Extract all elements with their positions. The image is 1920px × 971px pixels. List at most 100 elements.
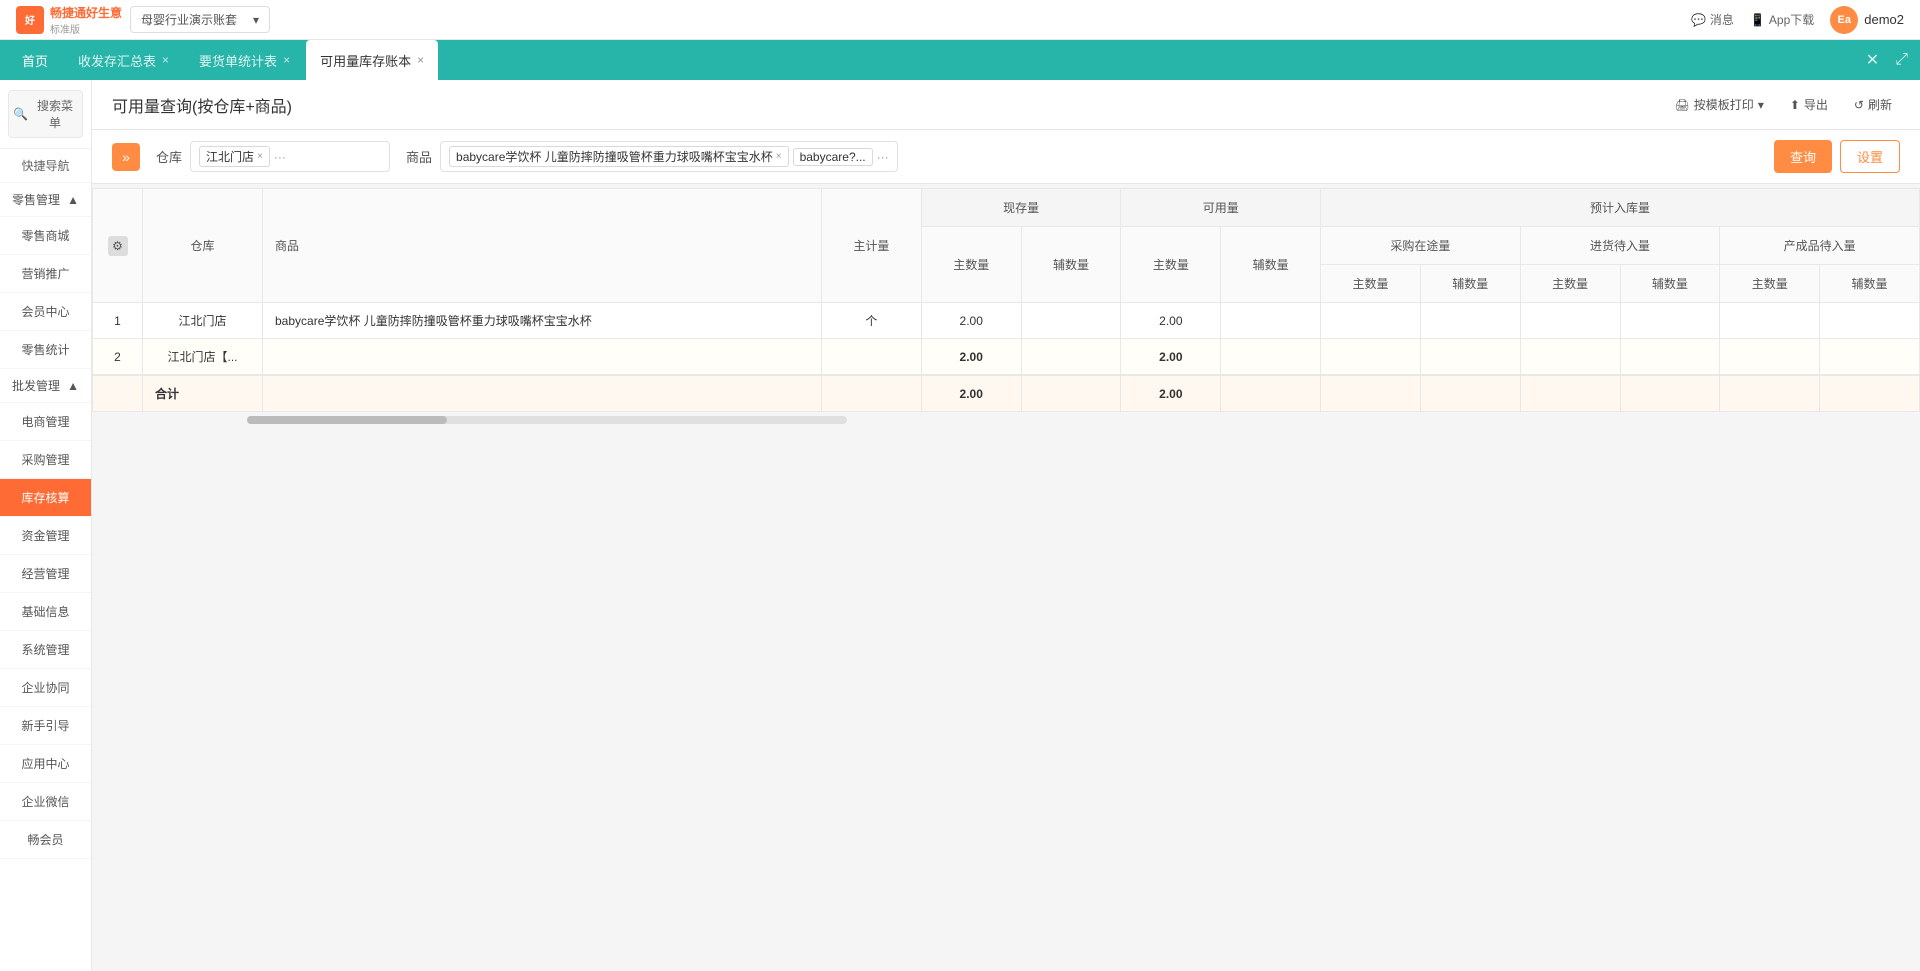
th-planned-inbound: 预计入库量 bbox=[1321, 189, 1920, 227]
product-input[interactable]: babycare学饮杯 儿童防摔防撞吸管杯重力球吸嘴杯宝宝水杯 × babyca… bbox=[440, 141, 898, 172]
cell-ca-2 bbox=[1021, 339, 1121, 376]
cell-no-2: 2 bbox=[93, 339, 143, 376]
template-print-button[interactable]: 🖨 按模板打印 ▾ bbox=[1667, 92, 1772, 117]
refresh-button[interactable]: ↺ 刷新 bbox=[1846, 92, 1900, 117]
sidebar-item-member[interactable]: 会员中心 bbox=[0, 293, 91, 331]
cell-ca-1 bbox=[1021, 303, 1121, 339]
tab-actions: ✕ ⤢ bbox=[1862, 40, 1912, 80]
product-tag-2: babycare?... bbox=[793, 148, 873, 166]
tab-receipts-close[interactable]: × bbox=[162, 53, 169, 67]
warehouse-input[interactable]: 江北门店 × ··· bbox=[190, 141, 390, 172]
data-table: ⚙ 仓库 商品 主计量 现存量 可用量 预计入库量 主数量 辅数量 主数量 辅数… bbox=[92, 188, 1920, 412]
tab-order-stats[interactable]: 要货单统计表 × bbox=[185, 40, 304, 80]
filter-expand-button[interactable]: » bbox=[112, 143, 140, 171]
chevron-icon: ▲ bbox=[67, 193, 79, 207]
sidebar-item-stats[interactable]: 零售统计 bbox=[0, 331, 91, 369]
tab-receipts[interactable]: 收发存汇总表 × bbox=[64, 40, 183, 80]
cell-cm-2: 2.00 bbox=[921, 339, 1021, 376]
th-product: 商品 bbox=[263, 189, 822, 303]
export-button[interactable]: ⬆ 导出 bbox=[1782, 92, 1836, 117]
sidebar-item-inventory[interactable]: 库存核算 bbox=[0, 479, 91, 517]
summary-ip-aux bbox=[1620, 375, 1720, 412]
sidebar: 🔍 搜索菜单 快捷导航 零售管理 ▲ 零售商城 营销推广 会员中心 零售统计 批… bbox=[0, 80, 92, 971]
cell-aa-1 bbox=[1221, 303, 1321, 339]
message-icon: 💬 bbox=[1691, 13, 1706, 27]
cell-ppa-2 bbox=[1820, 339, 1920, 376]
warehouse-tag-close[interactable]: × bbox=[257, 151, 263, 162]
sidebar-item-zero-mall[interactable]: 零售商城 bbox=[0, 217, 91, 255]
cell-aa-2 bbox=[1221, 339, 1321, 376]
tab-available-stock-label: 可用量库存账本 bbox=[320, 51, 411, 70]
summary-empty-3 bbox=[822, 375, 922, 412]
industry-selector[interactable]: 母婴行业演示账套 ▾ bbox=[130, 6, 270, 33]
th-settings-icon: ⚙ bbox=[93, 189, 143, 303]
sidebar-item-system[interactable]: 系统管理 bbox=[0, 631, 91, 669]
th-pt-main: 主数量 bbox=[1321, 265, 1421, 303]
cell-no-1: 1 bbox=[93, 303, 143, 339]
settings-button[interactable]: 设置 bbox=[1840, 140, 1900, 173]
sidebar-item-marketing[interactable]: 营销推广 bbox=[0, 255, 91, 293]
product-tag-1-close[interactable]: × bbox=[776, 151, 782, 162]
tab-order-stats-label: 要货单统计表 bbox=[199, 51, 277, 70]
cell-unit-2 bbox=[822, 339, 922, 376]
tab-order-stats-close[interactable]: × bbox=[283, 53, 290, 67]
sidebar-item-enterprise[interactable]: 企业协同 bbox=[0, 669, 91, 707]
th-production-pending: 产成品待入量 bbox=[1720, 227, 1920, 265]
top-bar: 好 畅捷通好生意 标准版 母婴行业演示账套 ▾ 💬 消息 📱 App下载 Ea … bbox=[0, 0, 1920, 40]
sidebar-item-basic[interactable]: 基础信息 bbox=[0, 593, 91, 631]
query-button[interactable]: 查询 bbox=[1774, 140, 1832, 173]
sidebar-item-zero-sales[interactable]: 零售管理 ▲ bbox=[0, 183, 91, 217]
th-pp-main: 主数量 bbox=[1720, 265, 1820, 303]
page-header: 可用量查询(按仓库+商品) 🖨 按模板打印 ▾ ⬆ 导出 ↺ 刷新 bbox=[92, 80, 1920, 130]
main-layout: 🔍 搜索菜单 快捷导航 零售管理 ▲ 零售商城 营销推广 会员中心 零售统计 批… bbox=[0, 80, 1920, 971]
chevron-down-icon: ▾ bbox=[253, 13, 259, 27]
th-ip-main: 主数量 bbox=[1520, 265, 1620, 303]
th-pt-aux: 辅数量 bbox=[1420, 265, 1520, 303]
tab-available-stock[interactable]: 可用量库存账本 × bbox=[306, 40, 438, 80]
filter-area: » 仓库 江北门店 × ··· 商品 babycare学饮杯 儿童防摔防撞吸管杯… bbox=[92, 130, 1920, 184]
refresh-icon: ↺ bbox=[1854, 98, 1864, 112]
user-area[interactable]: Ea demo2 bbox=[1830, 6, 1904, 34]
sidebar-item-vip[interactable]: 畅会员 bbox=[0, 821, 91, 859]
product-more-indicator: ··· bbox=[877, 150, 889, 164]
warehouse-tag-jiangbei: 江北门店 × bbox=[199, 146, 270, 167]
app-download-button[interactable]: 📱 App下载 bbox=[1750, 11, 1814, 28]
sidebar-item-operations[interactable]: 经营管理 bbox=[0, 555, 91, 593]
sidebar-item-apps[interactable]: 应用中心 bbox=[0, 745, 91, 783]
column-settings-icon[interactable]: ⚙ bbox=[108, 236, 128, 256]
cell-unit-1: 个 bbox=[822, 303, 922, 339]
sidebar-quick-nav[interactable]: 快捷导航 bbox=[0, 149, 91, 183]
cell-product-2 bbox=[263, 339, 822, 376]
sidebar-item-purchase[interactable]: 采购管理 bbox=[0, 441, 91, 479]
logo-icon: 好 bbox=[16, 6, 44, 34]
top-bar-right: 💬 消息 📱 App下载 Ea demo2 bbox=[1691, 6, 1904, 34]
sidebar-item-finance[interactable]: 资金管理 bbox=[0, 517, 91, 555]
summary-current-main: 2.00 bbox=[921, 375, 1021, 412]
summary-empty-2 bbox=[263, 375, 822, 412]
page-actions: 🖨 按模板打印 ▾ ⬆ 导出 ↺ 刷新 bbox=[1667, 92, 1900, 117]
summary-ip-main bbox=[1520, 375, 1620, 412]
summary-row: 合计 2.00 2.00 bbox=[93, 375, 1920, 412]
summary-pp-aux bbox=[1820, 375, 1920, 412]
cell-ipa-2 bbox=[1620, 339, 1720, 376]
tab-home-label: 首页 bbox=[22, 51, 48, 70]
sidebar-item-guide[interactable]: 新手引导 bbox=[0, 707, 91, 745]
cell-ipm-2 bbox=[1520, 339, 1620, 376]
sidebar-item-ecommerce[interactable]: 电商管理 bbox=[0, 403, 91, 441]
horizontal-scrollbar[interactable] bbox=[92, 412, 1920, 428]
message-button[interactable]: 💬 消息 bbox=[1691, 11, 1734, 28]
scroll-thumb[interactable] bbox=[247, 416, 447, 424]
table-row: 2 江北门店【... 2.00 2.00 bbox=[93, 339, 1920, 376]
search-menu-button[interactable]: 🔍 搜索菜单 bbox=[8, 90, 83, 138]
th-pp-aux: 辅数量 bbox=[1820, 265, 1920, 303]
summary-label: 合计 bbox=[143, 375, 263, 412]
sidebar-item-wholesale[interactable]: 批发管理 ▲ bbox=[0, 369, 91, 403]
th-available-main: 主数量 bbox=[1121, 227, 1221, 303]
expand-button[interactable]: ⤢ bbox=[1891, 47, 1912, 73]
cell-ipa-1 bbox=[1620, 303, 1720, 339]
sidebar-item-wechat[interactable]: 企业微信 bbox=[0, 783, 91, 821]
tab-available-stock-close[interactable]: × bbox=[417, 53, 424, 67]
tab-home[interactable]: 首页 bbox=[8, 40, 62, 80]
th-warehouse: 仓库 bbox=[143, 189, 263, 303]
close-all-tabs-button[interactable]: ✕ bbox=[1862, 46, 1883, 74]
